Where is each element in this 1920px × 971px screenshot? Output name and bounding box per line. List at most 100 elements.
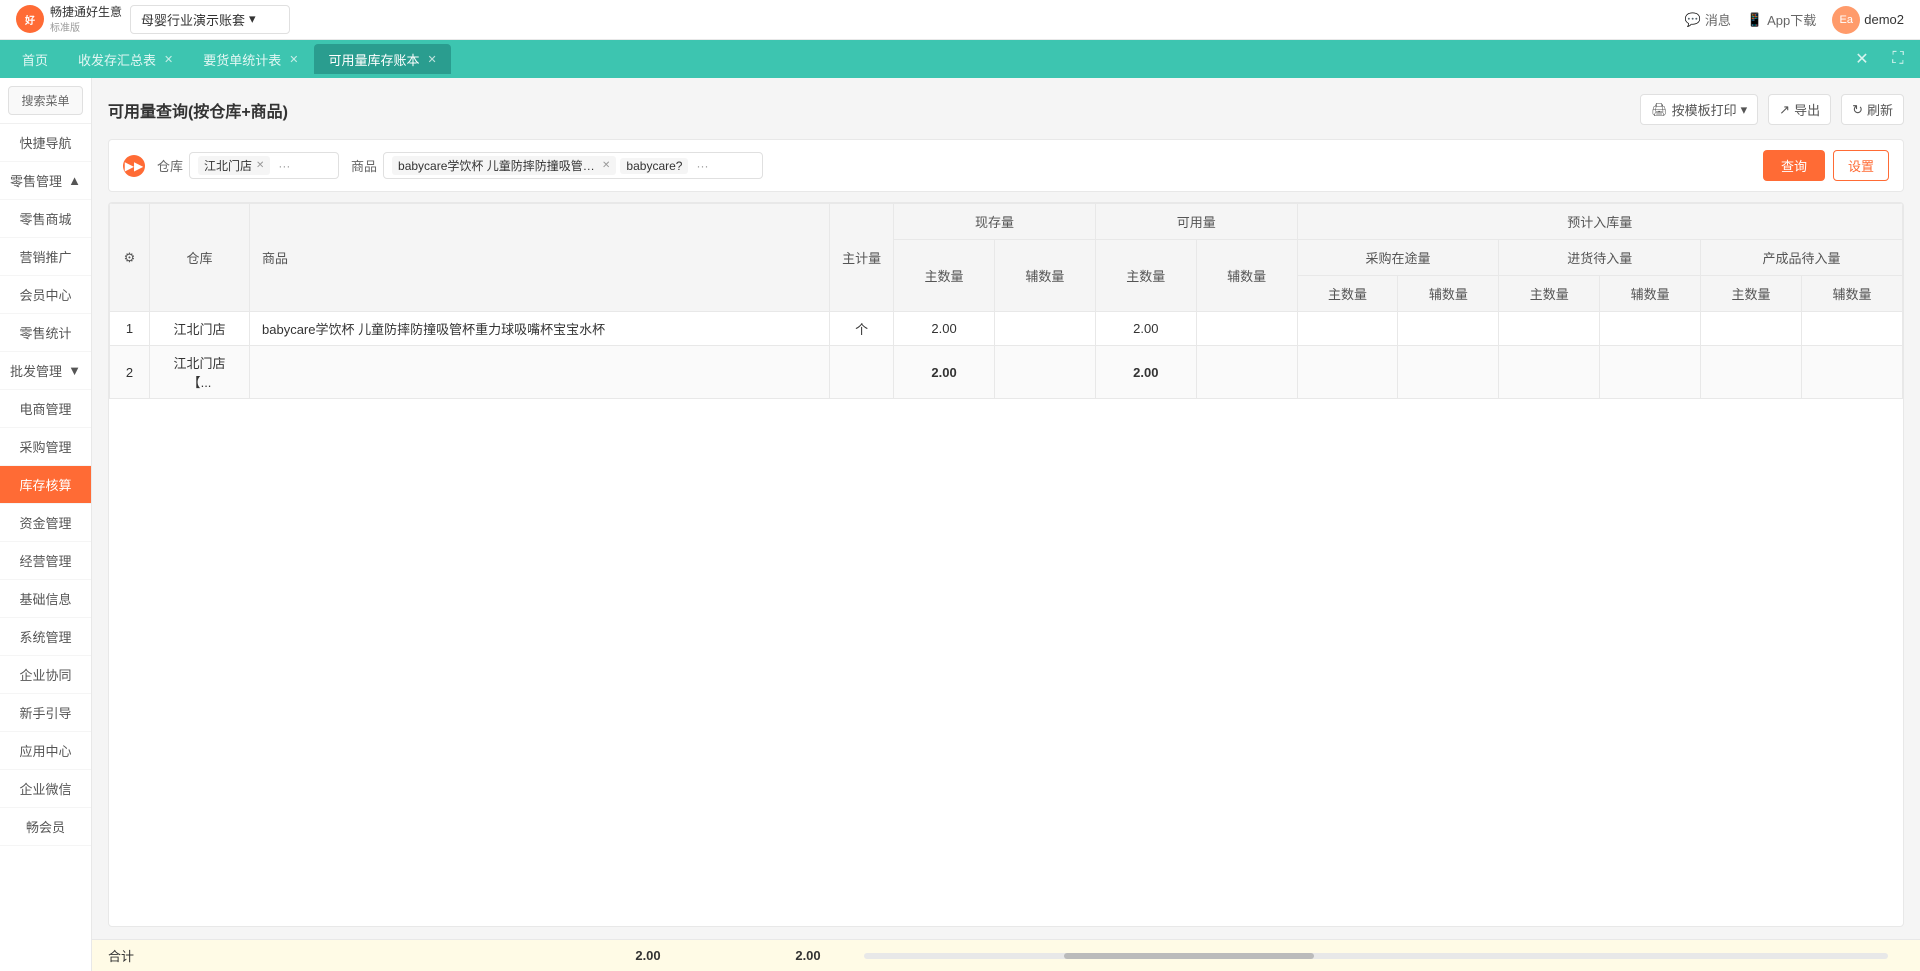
top-bar-right: 💬 消息 📱 App下载 Ea demo2 bbox=[1685, 6, 1904, 34]
tab-receive-summary-close[interactable]: ✕ bbox=[164, 53, 173, 66]
refresh-button[interactable]: ↻ 刷新 bbox=[1841, 94, 1904, 125]
expand-window-button[interactable]: ⛶ bbox=[1884, 45, 1912, 73]
sidebar-item-purchase[interactable]: 采购管理 bbox=[0, 428, 91, 466]
warehouse-more-dots[interactable]: ··· bbox=[274, 159, 294, 173]
warehouse-tag: 江北门店 ✕ bbox=[198, 156, 270, 175]
sidebar-item-member-center[interactable]: 会员中心 bbox=[0, 276, 91, 314]
warehouse-tag-close[interactable]: ✕ bbox=[256, 160, 264, 171]
sidebar-item-finance[interactable]: 资金管理 bbox=[0, 504, 91, 542]
filter-expand-button[interactable]: ▶▶ bbox=[123, 155, 145, 177]
th-avail-aux: 辅数量 bbox=[1196, 240, 1297, 312]
horizontal-scrollbar[interactable] bbox=[864, 953, 1888, 959]
sidebar-item-member[interactable]: 畅会员 bbox=[0, 808, 91, 846]
chevron-down-icon: ▾ bbox=[249, 11, 256, 27]
user-profile[interactable]: Ea demo2 bbox=[1832, 6, 1904, 34]
query-button[interactable]: 查询 bbox=[1763, 150, 1825, 181]
product-filter-group: 商品 babycare学饮杯 儿童防摔防撞吸管杯重力球吸嘴杯宝宝水杯 ✕ bab… bbox=[351, 152, 763, 179]
warehouse-filter-input[interactable]: 江北门店 ✕ ··· bbox=[189, 152, 339, 179]
sidebar-item-enterprise-collab[interactable]: 企业协同 bbox=[0, 656, 91, 694]
company-name: 母婴行业演示账套 bbox=[141, 10, 245, 29]
tab-available-ledger[interactable]: 可用量库存账本 ✕ bbox=[314, 44, 450, 74]
total-stock-main: 2.00 bbox=[608, 948, 688, 963]
logo-title: 畅捷通好生意 bbox=[50, 5, 122, 19]
product-tag1-close[interactable]: ✕ bbox=[602, 160, 610, 171]
wholesale-label: 批发管理 bbox=[10, 361, 62, 380]
sidebar-item-basic-info[interactable]: 基础信息 bbox=[0, 580, 91, 618]
sidebar-item-wholesale-mgmt[interactable]: 批发管理 ▼ bbox=[0, 352, 91, 390]
cell-pur-aux bbox=[1398, 312, 1499, 346]
cell-seq: 2 bbox=[110, 346, 150, 399]
cell-pur-main bbox=[1297, 312, 1398, 346]
sidebar-item-retail-stats[interactable]: 零售统计 bbox=[0, 314, 91, 352]
close-all-tabs-button[interactable]: ✕ bbox=[1848, 45, 1876, 73]
tab-receive-summary[interactable]: 收发存汇总表 ✕ bbox=[64, 44, 187, 74]
page-content: 可用量查询(按仓库+商品) 🖨 按模板打印 ▾ ↗ 导出 ↻ 刷新 bbox=[92, 78, 1920, 939]
sidebar-item-inventory[interactable]: 库存核算 bbox=[0, 466, 91, 504]
sidebar-item-app-center[interactable]: 应用中心 bbox=[0, 732, 91, 770]
th-settings[interactable]: ⚙ bbox=[110, 204, 150, 312]
tab-available-ledger-close[interactable]: ✕ bbox=[428, 53, 437, 66]
sidebar-item-new-guide[interactable]: 新手引导 bbox=[0, 694, 91, 732]
cell-avail-main: 2.00 bbox=[1095, 312, 1196, 346]
th-incoming-pending: 进货待入量 bbox=[1499, 240, 1701, 276]
logo-subtitle: 标准版 bbox=[50, 19, 122, 34]
app-download-label: App下载 bbox=[1767, 10, 1816, 29]
cell-pur-aux bbox=[1398, 346, 1499, 399]
export-label: 导出 bbox=[1794, 100, 1820, 119]
refresh-icon: ↻ bbox=[1852, 102, 1863, 118]
sidebar-item-quick-nav[interactable]: 快捷导航 bbox=[0, 124, 91, 162]
total-label: 合计 bbox=[108, 946, 268, 965]
th-product: 商品 bbox=[250, 204, 830, 312]
retail-mgmt-label: 零售管理 bbox=[10, 171, 62, 190]
top-bar: 好 畅捷通好生意 标准版 母婴行业演示账套 ▾ 💬 消息 📱 App下载 Ea … bbox=[0, 0, 1920, 40]
warehouse-tag-value: 江北门店 bbox=[204, 157, 252, 174]
print-icon: 🖨 bbox=[1651, 102, 1668, 118]
tab-receive-summary-label: 收发存汇总表 bbox=[78, 50, 156, 69]
cell-stock-aux bbox=[994, 346, 1095, 399]
th-pur-main: 主数量 bbox=[1297, 276, 1398, 312]
th-warehouse: 仓库 bbox=[150, 204, 250, 312]
th-pur-aux: 辅数量 bbox=[1398, 276, 1499, 312]
sidebar-item-ecommerce[interactable]: 电商管理 bbox=[0, 390, 91, 428]
scrollbar-thumb[interactable] bbox=[1064, 953, 1314, 959]
cell-inc-main bbox=[1499, 312, 1600, 346]
cell-stock-main: 2.00 bbox=[894, 312, 995, 346]
tab-order-stats[interactable]: 要货单统计表 ✕ bbox=[189, 44, 312, 74]
export-icon: ↗ bbox=[1779, 102, 1790, 118]
logo-text-area: 畅捷通好生意 标准版 bbox=[50, 5, 122, 34]
nav-tabs-right: ✕ ⛶ bbox=[1848, 45, 1912, 73]
page-header: 可用量查询(按仓库+商品) 🖨 按模板打印 ▾ ↗ 导出 ↻ 刷新 bbox=[108, 90, 1904, 129]
cell-prod-aux bbox=[1801, 346, 1902, 399]
total-avail-main: 2.00 bbox=[768, 948, 848, 963]
product-filter-input[interactable]: babycare学饮杯 儿童防摔防撞吸管杯重力球吸嘴杯宝宝水杯 ✕ babyca… bbox=[383, 152, 763, 179]
sidebar-item-operations[interactable]: 经营管理 bbox=[0, 542, 91, 580]
sidebar-item-retail-mall[interactable]: 零售商城 bbox=[0, 200, 91, 238]
print-template-button[interactable]: 🖨 按模板打印 ▾ bbox=[1640, 94, 1758, 125]
main-layout: 搜索菜单 快捷导航 零售管理 ▲ 零售商城 营销推广 会员中心 零售统计 批发管… bbox=[0, 78, 1920, 971]
th-product-pending: 产成品待入量 bbox=[1701, 240, 1903, 276]
sidebar-item-marketing[interactable]: 营销推广 bbox=[0, 238, 91, 276]
message-action[interactable]: 💬 消息 bbox=[1685, 10, 1731, 29]
app-download-action[interactable]: 📱 App下载 bbox=[1747, 10, 1816, 29]
sidebar-item-retail-mgmt[interactable]: 零售管理 ▲ bbox=[0, 162, 91, 200]
th-available: 可用量 bbox=[1095, 204, 1297, 240]
th-current-stock: 现存量 bbox=[894, 204, 1096, 240]
tab-home[interactable]: 首页 bbox=[8, 44, 62, 74]
sidebar-item-system[interactable]: 系统管理 bbox=[0, 618, 91, 656]
tab-order-stats-close[interactable]: ✕ bbox=[289, 53, 298, 66]
filter-actions: 查询 设置 bbox=[1763, 150, 1889, 181]
company-selector[interactable]: 母婴行业演示账套 ▾ bbox=[130, 5, 290, 34]
search-menu-button[interactable]: 搜索菜单 bbox=[8, 86, 83, 115]
sidebar-item-enterprise-wechat[interactable]: 企业微信 bbox=[0, 770, 91, 808]
tab-order-stats-label: 要货单统计表 bbox=[203, 50, 281, 69]
product-more-dots[interactable]: ··· bbox=[692, 159, 712, 173]
mobile-icon: 📱 bbox=[1747, 12, 1763, 28]
cell-inc-aux bbox=[1600, 312, 1701, 346]
cell-warehouse: 江北门店【... bbox=[150, 346, 250, 399]
avatar: Ea bbox=[1832, 6, 1860, 34]
product-tag2: babycare? bbox=[620, 158, 688, 174]
bottom-bar: 合计 2.00 2.00 bbox=[92, 939, 1920, 971]
setting-button[interactable]: 设置 bbox=[1833, 150, 1889, 181]
product-tag1: babycare学饮杯 儿童防摔防撞吸管杯重力球吸嘴杯宝宝水杯 ✕ bbox=[392, 156, 616, 175]
export-button[interactable]: ↗ 导出 bbox=[1768, 94, 1831, 125]
